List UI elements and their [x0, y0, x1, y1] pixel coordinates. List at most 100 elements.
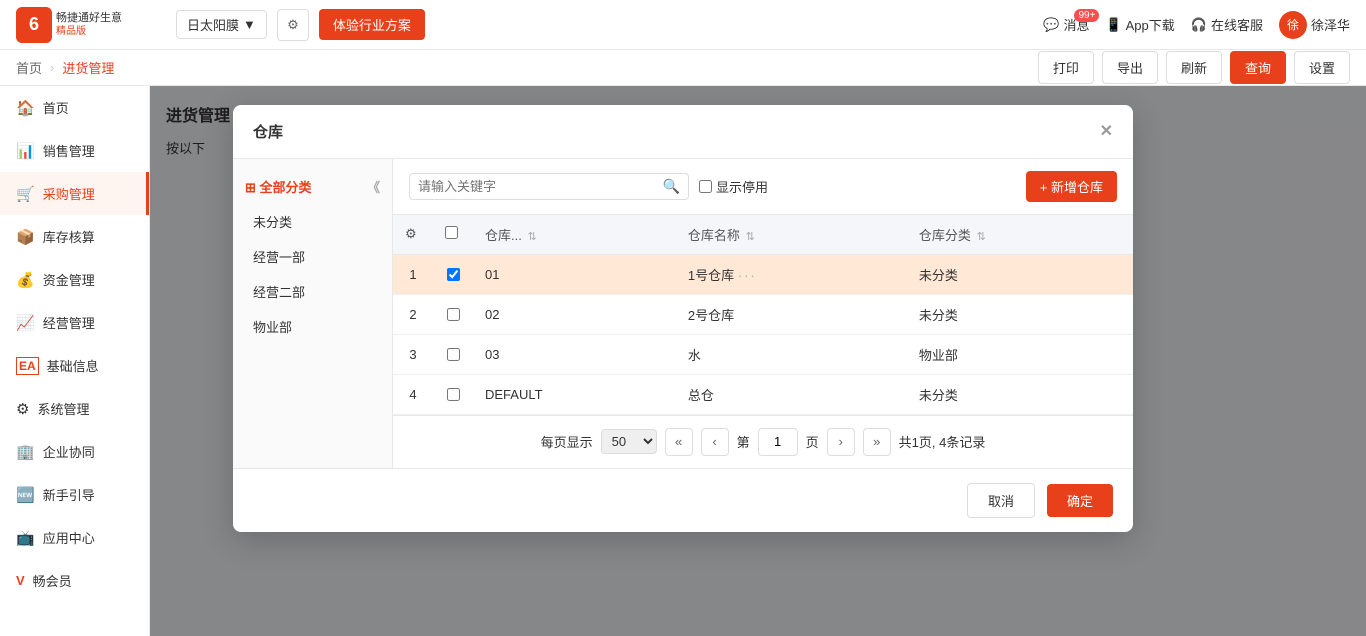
logo-area: 6 畅捷通好生意 精品版	[16, 7, 166, 43]
grid-icon: ⊞	[245, 180, 256, 195]
query-button[interactable]: 查询	[1230, 51, 1286, 84]
sidebar-item-app[interactable]: 📺 应用中心	[0, 516, 149, 559]
row-code: 03	[473, 334, 676, 374]
row-checkbox-cell	[433, 294, 473, 334]
app-download-button[interactable]: 📱 App下载	[1105, 15, 1174, 34]
try-industry-button[interactable]: 体验行业方案	[319, 9, 425, 40]
modal-title: 仓库	[253, 121, 283, 142]
table-body: 1 01 1号仓库 ··· 未分类 2 02 2号仓库 未分类 3 03 水 物…	[393, 254, 1133, 414]
sort-code-icon[interactable]: ⇅	[527, 231, 536, 243]
row-checkbox[interactable]	[447, 268, 460, 281]
message-icon: 💬	[1043, 17, 1059, 33]
th-settings[interactable]: ⚙	[393, 215, 433, 255]
category-item-unclassified[interactable]: 未分类	[233, 204, 392, 239]
print-button[interactable]: 打印	[1038, 51, 1094, 84]
category-item-property[interactable]: 物业部	[233, 309, 392, 344]
modal-close-button[interactable]: ✕	[1100, 121, 1113, 141]
show-disabled-checkbox[interactable]: 显示停用	[699, 177, 768, 196]
th-checkbox	[433, 215, 473, 255]
search-box: 🔍	[409, 173, 689, 200]
th-name: 仓库名称 ⇅	[676, 215, 907, 255]
page-number-input[interactable]	[758, 428, 798, 456]
right-panel: 🔍 显示停用 + 新增仓库	[393, 159, 1133, 468]
row-category: 物业部	[907, 334, 1133, 374]
top-header: 6 畅捷通好生意 精品版 日太阳膜 ▼ ⚙ 体验行业方案 💬 消息 99+ 📱 …	[0, 0, 1366, 50]
sidebar-item-enterprise[interactable]: 🏢 企业协同	[0, 430, 149, 473]
row-checkbox[interactable]	[447, 348, 460, 361]
system-icon: ⚙	[16, 400, 29, 418]
sort-name-icon[interactable]: ⇅	[746, 231, 755, 243]
modal-backdrop: 仓库 ✕ ⊞ 全部分类 《 未分类	[150, 86, 1366, 636]
th-category: 仓库分类 ⇅	[907, 215, 1133, 255]
main-layout: 🏠 首页 📊 销售管理 🛒 采购管理 📦 库存核算 💰 资金管理 📈 经营管理 …	[0, 86, 1366, 636]
collapse-icon[interactable]: 《	[367, 177, 380, 196]
category-all[interactable]: ⊞ 全部分类 《	[233, 169, 392, 204]
cancel-button[interactable]: 取消	[967, 483, 1035, 518]
sidebar-item-finance[interactable]: 💰 资金管理	[0, 258, 149, 301]
table-header-row: ⚙ 仓库... ⇅	[393, 215, 1133, 255]
sidebar: 🏠 首页 📊 销售管理 🛒 采购管理 📦 库存核算 💰 资金管理 📈 经营管理 …	[0, 86, 150, 636]
header-mid: ⚙ 体验行业方案	[277, 9, 425, 41]
messages-button[interactable]: 💬 消息 99+	[1043, 15, 1089, 34]
sidebar-item-sales[interactable]: 📊 销售管理	[0, 129, 149, 172]
page-last-button[interactable]: »	[863, 428, 891, 456]
row-num: 1	[393, 254, 433, 294]
table-row[interactable]: 1 01 1号仓库 ··· 未分类	[393, 254, 1133, 294]
content-area: 进货管理 按以下 仓库 ✕ ⊞ 全部分类	[150, 86, 1366, 636]
settings-btn[interactable]: 设置	[1294, 51, 1350, 84]
row-checkbox[interactable]	[447, 308, 460, 321]
sidebar-item-operations[interactable]: 📈 经营管理	[0, 301, 149, 344]
warehouse-table: ⚙ 仓库... ⇅	[393, 215, 1133, 415]
modal-footer: 取消 确定	[233, 468, 1133, 532]
sidebar-item-info[interactable]: EA 基础信息	[0, 344, 149, 387]
show-disabled-check[interactable]	[699, 180, 712, 193]
row-checkbox-cell	[433, 334, 473, 374]
row-checkbox-cell	[433, 254, 473, 294]
export-button[interactable]: 导出	[1102, 51, 1158, 84]
sidebar-item-system[interactable]: ⚙ 系统管理	[0, 387, 149, 430]
category-item-operations1[interactable]: 经营一部	[233, 239, 392, 274]
row-num: 2	[393, 294, 433, 334]
row-num: 3	[393, 334, 433, 374]
modal-header: 仓库 ✕	[233, 105, 1133, 159]
app-center-icon: 📺	[16, 529, 35, 547]
row-checkbox[interactable]	[447, 388, 460, 401]
info-icon: EA	[16, 357, 39, 375]
table-row[interactable]: 3 03 水 物业部	[393, 334, 1133, 374]
breadcrumb-home[interactable]: 首页	[16, 58, 42, 77]
table-row[interactable]: 2 02 2号仓库 未分类	[393, 294, 1133, 334]
settings-icon[interactable]: ⚙	[277, 9, 309, 41]
row-actions[interactable]: ···	[738, 268, 757, 283]
sidebar-item-inventory[interactable]: 📦 库存核算	[0, 215, 149, 258]
service-button[interactable]: 🎧 在线客服	[1191, 15, 1263, 34]
enterprise-icon: 🏢	[16, 443, 35, 461]
logo-icon: 6	[16, 7, 52, 43]
row-name: 水	[676, 334, 907, 374]
user-menu[interactable]: 徐 徐泽华	[1279, 11, 1350, 39]
sidebar-item-vip[interactable]: V 畅会员	[0, 559, 149, 602]
search-icon: 🔍	[663, 178, 680, 195]
th-code: 仓库... ⇅	[473, 215, 676, 255]
row-code: 01	[473, 254, 676, 294]
row-checkbox-cell	[433, 374, 473, 414]
confirm-button[interactable]: 确定	[1047, 484, 1113, 517]
select-all-checkbox[interactable]	[445, 226, 458, 239]
add-warehouse-button[interactable]: + 新增仓库	[1026, 171, 1117, 202]
page-next-button[interactable]: ›	[827, 428, 855, 456]
store-selector[interactable]: 日太阳膜 ▼	[176, 10, 267, 39]
page-first-button[interactable]: «	[665, 428, 693, 456]
row-code: 02	[473, 294, 676, 334]
refresh-button[interactable]: 刷新	[1166, 51, 1222, 84]
search-input[interactable]	[418, 179, 663, 194]
header-right: 💬 消息 99+ 📱 App下载 🎧 在线客服 徐 徐泽华	[1043, 11, 1350, 39]
sidebar-item-guide[interactable]: 🆕 新手引导	[0, 473, 149, 516]
page-prev-button[interactable]: ‹	[701, 428, 729, 456]
sidebar-item-purchase[interactable]: 🛒 采购管理	[0, 172, 149, 215]
sort-category-icon[interactable]: ⇅	[977, 231, 986, 243]
sidebar-item-home[interactable]: 🏠 首页	[0, 86, 149, 129]
row-category: 未分类	[907, 254, 1133, 294]
category-item-operations2[interactable]: 经营二部	[233, 274, 392, 309]
sales-icon: 📊	[16, 142, 35, 160]
per-page-select[interactable]: 50 20 100	[601, 429, 657, 454]
table-row[interactable]: 4 DEFAULT 总仓 未分类	[393, 374, 1133, 414]
